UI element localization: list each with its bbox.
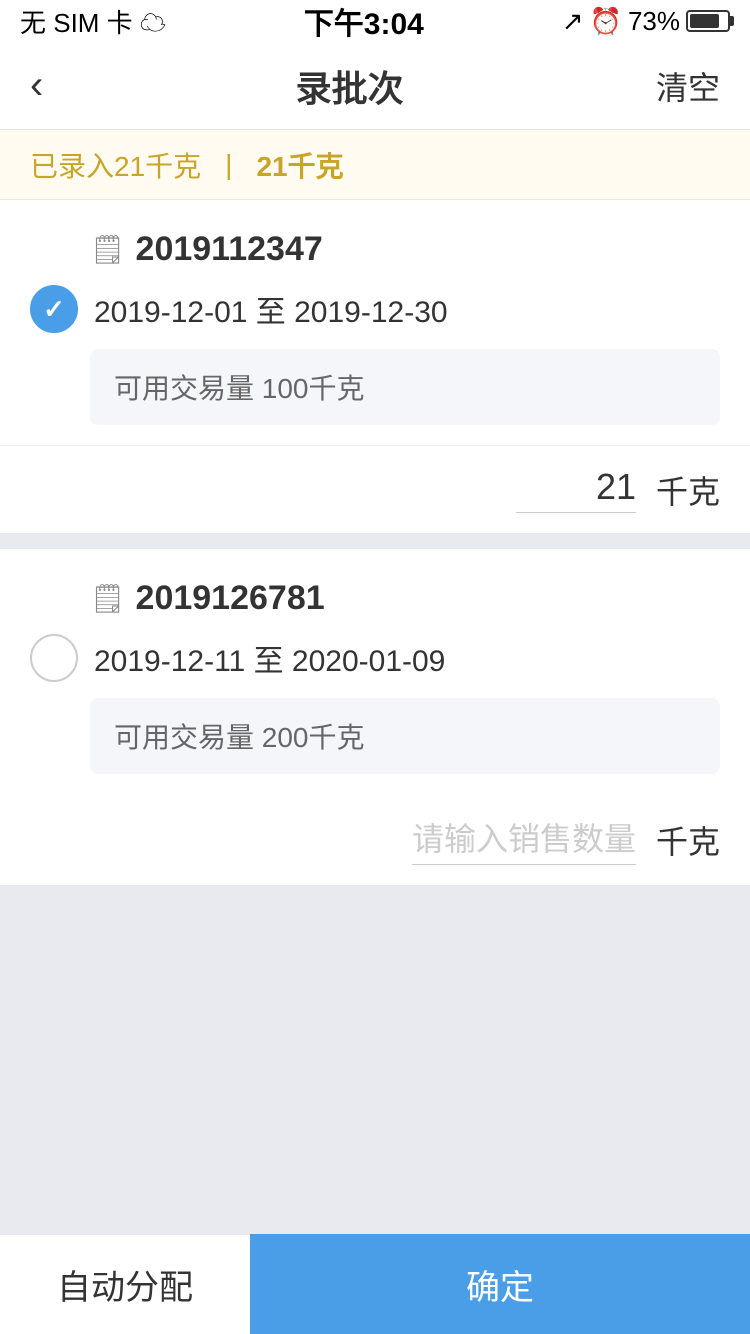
batch-date-2: 2019-12-11 至 2020-01-09 (94, 636, 445, 680)
auto-distribute-button[interactable]: 自动分配 (0, 1234, 250, 1334)
quantity-placeholder-row: 请输入销售数量 千克 (0, 794, 750, 885)
batch-date-1: 2019-12-01 至 2019-12-30 (94, 287, 448, 331)
quantity-input-2[interactable]: 请输入销售数量 (412, 814, 636, 865)
quantity-row-1: 21 千克 (0, 445, 750, 533)
doc-icon-2: 🗒 (90, 582, 126, 615)
clear-button[interactable]: 清空 (656, 63, 720, 109)
status-left: 无 SIM 卡 ☁ (20, 3, 166, 40)
nav-bar: ‹ 录批次 清空 (0, 42, 750, 130)
recorded-label: 已录入21千克 (30, 145, 201, 185)
battery-icon (686, 10, 730, 32)
info-divider: | (225, 149, 232, 181)
page-title: 录批次 (296, 60, 404, 112)
bottom-bar: 自动分配 确定 (0, 1234, 750, 1334)
quantity-value-1: 21 (596, 466, 636, 507)
batch-card-1: 🗒 2019112347 ✓ 2019-12-01 至 2019-12-30 可… (0, 200, 750, 445)
quantity-placeholder-text: 请输入销售数量 (412, 821, 636, 857)
location-icon: ↗ (562, 6, 584, 37)
info-amount: 21千克 (256, 145, 343, 185)
batch-date-row-2: 2019-12-11 至 2020-01-09 (30, 634, 720, 682)
radio-button-2[interactable] (30, 634, 78, 682)
quantity-input-1[interactable]: 21 (516, 466, 636, 513)
info-banner: 已录入21千克 | 21千克 (0, 130, 750, 200)
batch-card-2: 🗒 2019126781 2019-12-11 至 2020-01-09 可用交… (0, 549, 750, 794)
sim-label: 无 SIM 卡 ☁ (20, 3, 166, 40)
batch-available-2: 可用交易量 200千克 (90, 698, 720, 774)
back-button[interactable]: ‹ (30, 63, 43, 108)
batch-header-2: 🗒 2019126781 (30, 579, 720, 618)
section-divider (0, 533, 750, 549)
alarm-icon: ⏰ (590, 6, 622, 37)
radio-button-1[interactable]: ✓ (30, 285, 78, 333)
batch-id-2: 2019126781 (136, 579, 325, 618)
batch-available-1: 可用交易量 100千克 (90, 349, 720, 425)
doc-icon-1: 🗒 (90, 233, 126, 266)
status-bar: 无 SIM 卡 ☁ 下午3:04 ↗ ⏰ 73% (0, 0, 750, 42)
battery-percent: 73% (628, 6, 680, 37)
batch-date-row-1: ✓ 2019-12-01 至 2019-12-30 (30, 285, 720, 333)
status-time: 下午3:04 (304, 0, 424, 43)
quantity-unit-1: 千克 (656, 467, 720, 513)
confirm-button[interactable]: 确定 (250, 1234, 750, 1334)
batch-header-1: 🗒 2019112347 (30, 230, 720, 269)
batch-id-1: 2019112347 (136, 230, 323, 269)
check-icon-1: ✓ (43, 294, 65, 325)
status-right: ↗ ⏰ 73% (562, 6, 730, 37)
quantity-unit-2: 千克 (656, 817, 720, 863)
